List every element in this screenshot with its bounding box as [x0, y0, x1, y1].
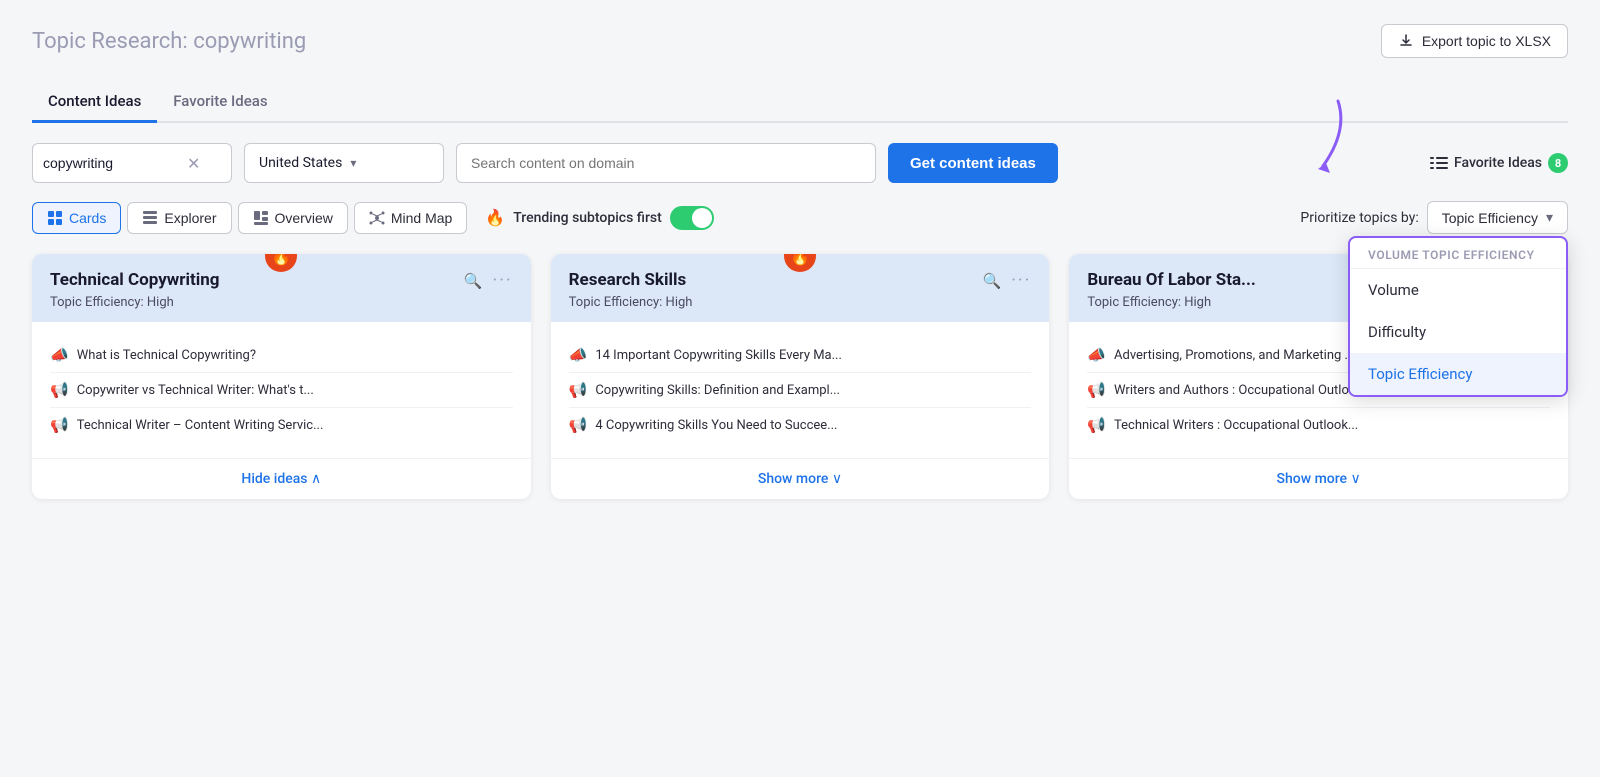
card-title-1: Technical Copywriting	[50, 270, 219, 290]
trending-toggle[interactable]	[670, 206, 714, 230]
card-body-2: 📣 14 Important Copywriting Skills Every …	[551, 322, 1050, 458]
card-body-1: 📣 What is Technical Copywriting? 📢 Copyw…	[32, 322, 531, 458]
grid-icon	[47, 210, 63, 226]
list-item: 📢 Copywriting Skills: Definition and Exa…	[569, 373, 1032, 408]
search-icon[interactable]: 🔍	[983, 272, 1002, 290]
card-efficiency-2: Topic Efficiency: High	[569, 295, 1032, 310]
overview-icon	[253, 210, 269, 226]
list-item: 📣 What is Technical Copywriting?	[50, 338, 513, 373]
view-cards-button[interactable]: Cards	[32, 202, 121, 234]
prioritize-wrap: Prioritize topics by: Topic Efficiency ▾…	[1300, 201, 1568, 234]
card-title-row-1: Technical Copywriting 🔍 ···	[50, 270, 513, 291]
list-icon	[1430, 156, 1448, 170]
megaphone-blue-icon: 📢	[569, 416, 588, 434]
chevron-down-icon: ▾	[350, 156, 356, 170]
list-item: 📢 4 Copywriting Skills You Need to Succe…	[569, 408, 1032, 442]
card-title-3: Bureau Of Labor Sta...	[1087, 270, 1256, 290]
megaphone-green-icon: 📣	[1087, 346, 1106, 364]
favorites-badge: 8	[1548, 153, 1568, 173]
flame-icon: 🔥	[485, 208, 505, 227]
clear-keyword-icon[interactable]: ✕	[183, 154, 200, 173]
mindmap-icon	[369, 210, 385, 226]
megaphone-blue-icon: 📢	[569, 381, 588, 399]
keyword-input-wrap: ✕	[32, 143, 232, 183]
list-item: 📢 Technical Writer – Content Writing Ser…	[50, 408, 513, 442]
list-item: 📢 Technical Writers : Occupational Outlo…	[1087, 408, 1550, 442]
favorites-link[interactable]: Favorite Ideas 8	[1430, 153, 1568, 173]
keyword-input[interactable]	[43, 155, 183, 171]
card-technical-copywriting: 🔥 Technical Copywriting 🔍 ··· Topic Effi…	[32, 254, 531, 499]
prioritize-select[interactable]: Topic Efficiency ▾ Volume Topic Efficien…	[1427, 201, 1568, 234]
dropdown-column-headers: Volume Topic Efficiency	[1350, 238, 1566, 269]
card-footer-3: Show more ∨	[1069, 458, 1568, 499]
card-efficiency-1: Topic Efficiency: High	[50, 295, 513, 310]
dropdown-option-topic-efficiency[interactable]: Topic Efficiency	[1350, 353, 1566, 395]
prioritize-button[interactable]: Topic Efficiency ▾	[1427, 201, 1568, 234]
megaphone-blue-icon: 📢	[1087, 381, 1106, 399]
view-explorer-button[interactable]: Explorer	[127, 202, 231, 234]
list-item: 📣 14 Important Copywriting Skills Every …	[569, 338, 1032, 373]
domain-search-input[interactable]	[456, 143, 876, 183]
get-ideas-button[interactable]: Get content ideas	[888, 143, 1058, 183]
toggle-knob	[692, 208, 712, 228]
table-icon	[142, 210, 158, 226]
tabs-row: Content Ideas Favorite Ideas	[32, 82, 1568, 123]
card-title-row-2: Research Skills 🔍 ···	[569, 270, 1032, 291]
card-footer-2: Show more ∨	[551, 458, 1050, 499]
search-row: ✕ United States ▾ Get content ideas Favo…	[32, 143, 1568, 183]
controls-row: Cards Explorer Overview	[32, 201, 1568, 234]
tab-favorite-ideas[interactable]: Favorite Ideas	[157, 82, 283, 123]
more-icon[interactable]: ···	[1011, 270, 1031, 291]
dropdown-option-volume[interactable]: Volume	[1350, 269, 1566, 311]
chevron-down-icon: ▾	[1546, 209, 1553, 226]
export-button[interactable]: Export topic to XLSX	[1381, 24, 1568, 58]
prioritize-dropdown: Volume Topic Efficiency Volume Difficult…	[1348, 236, 1568, 397]
card-research-skills: 🔥 Research Skills 🔍 ··· Topic Efficiency…	[551, 254, 1050, 499]
megaphone-blue-icon: 📢	[50, 416, 69, 434]
more-icon[interactable]: ···	[493, 270, 513, 291]
card-actions-1: 🔍 ···	[464, 270, 513, 291]
list-item: 📢 Copywriter vs Technical Writer: What's…	[50, 373, 513, 408]
card-actions-2: 🔍 ···	[983, 270, 1032, 291]
cards-grid: 🔥 Technical Copywriting 🔍 ··· Topic Effi…	[32, 254, 1568, 499]
megaphone-green-icon: 📣	[569, 346, 588, 364]
tab-content-ideas[interactable]: Content Ideas	[32, 82, 157, 123]
megaphone-green-icon: 📣	[50, 346, 69, 364]
hide-ideas-link[interactable]: Hide ideas ∧	[241, 471, 321, 487]
trending-toggle-wrap: 🔥 Trending subtopics first	[485, 206, 713, 230]
page-title: Topic Research: copywriting	[32, 29, 306, 54]
card-header-1: 🔥 Technical Copywriting 🔍 ··· Topic Effi…	[32, 254, 531, 322]
search-icon[interactable]: 🔍	[464, 272, 483, 290]
dropdown-option-difficulty[interactable]: Difficulty	[1350, 311, 1566, 353]
megaphone-blue-icon: 📢	[1087, 416, 1106, 434]
card-title-2: Research Skills	[569, 270, 687, 290]
megaphone-blue-icon: 📢	[50, 381, 69, 399]
view-mindmap-button[interactable]: Mind Map	[354, 202, 467, 234]
view-overview-button[interactable]: Overview	[238, 202, 348, 234]
page-header: Topic Research: copywriting Export topic…	[32, 24, 1568, 58]
card-footer-1: Hide ideas ∧	[32, 458, 531, 499]
show-more-link-2[interactable]: Show more ∨	[758, 471, 842, 487]
country-selector[interactable]: United States ▾	[244, 143, 444, 183]
export-icon	[1398, 33, 1414, 49]
card-header-2: 🔥 Research Skills 🔍 ··· Topic Efficiency…	[551, 254, 1050, 322]
show-more-link-3[interactable]: Show more ∨	[1277, 471, 1361, 487]
